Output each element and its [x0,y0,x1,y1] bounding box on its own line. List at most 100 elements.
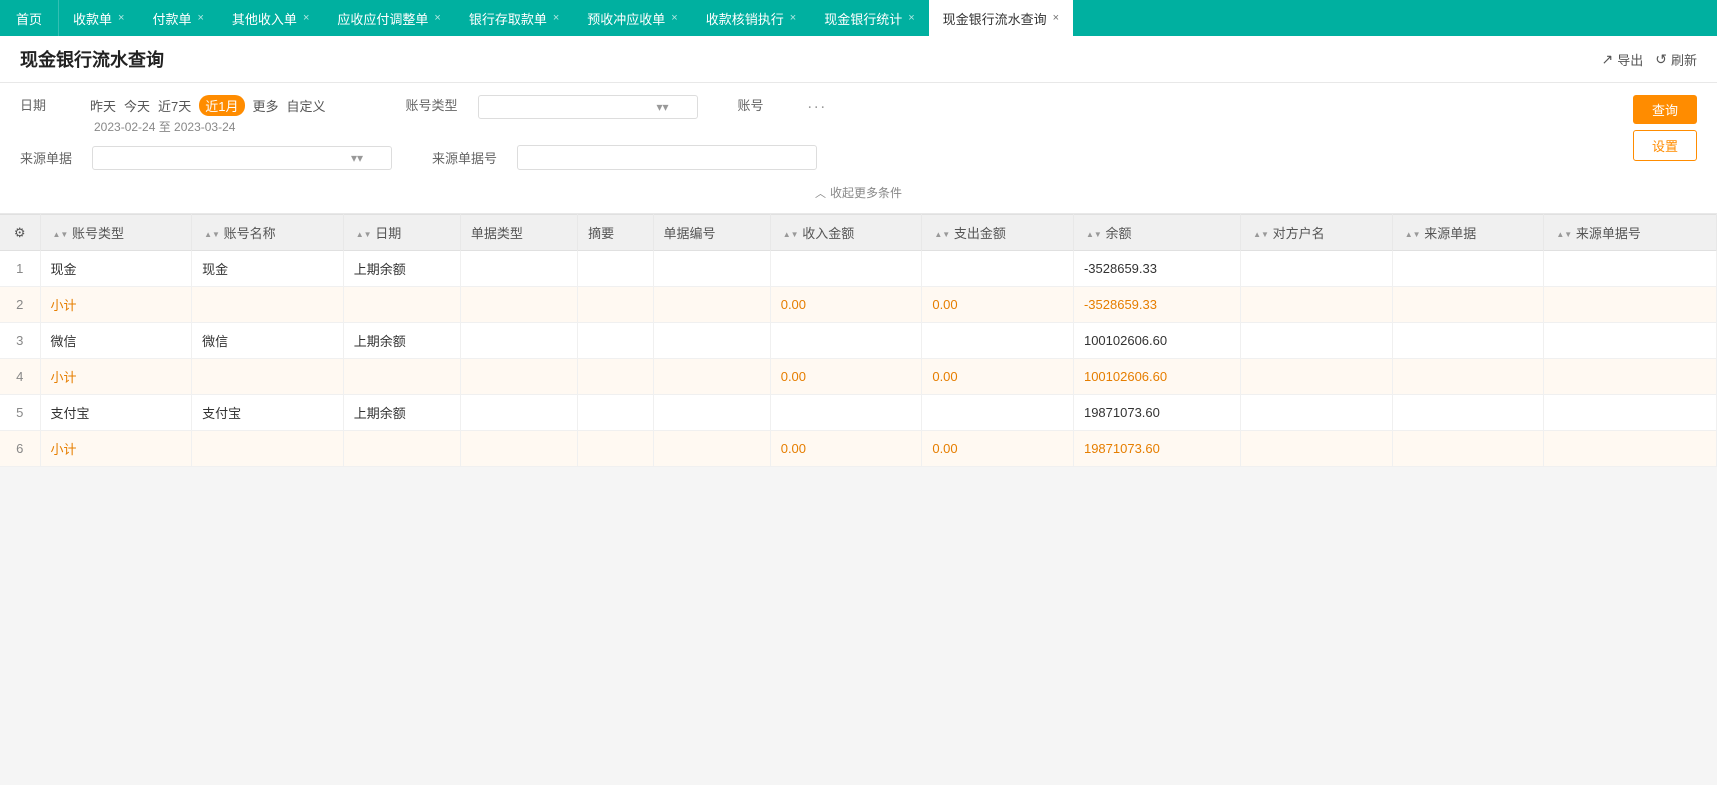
nav-tab-4[interactable]: 银行存取款单 × [455,0,573,36]
refresh-label: 刷新 [1671,50,1697,69]
col-summary-label: 摘要 [588,226,614,241]
table-row: 5支付宝支付宝上期余额19871073.60 [0,395,1717,431]
table-row: 2小计0.000.00-3528659.33 [0,287,1717,323]
nav-tab-3[interactable]: 应收应付调整单 × [323,0,454,36]
row-no: 3 [0,323,40,359]
sort-arrows-date: ▲▼ [356,230,372,239]
nav-tab-close-5[interactable]: × [671,12,677,24]
col-doc-type[interactable]: 单据类型 [460,215,577,251]
row-source-doc-no [1544,323,1717,359]
col-source-doc-no-label: 来源单据号 [1576,226,1641,241]
row-account-name: 支付宝 [192,395,344,431]
date-7days[interactable]: 近7天 [158,96,191,115]
col-balance-label: 余额 [1105,226,1131,241]
row-expense [922,251,1074,287]
row-doc-no [653,323,770,359]
row-source-doc [1392,431,1544,467]
row-date: 上期余额 [343,251,460,287]
row-account-type: 现金 [40,251,192,287]
export-icon: ↗ [1602,51,1614,68]
row-doc-type [460,251,577,287]
nav-tab-label-8: 现金银行流水查询 [943,9,1047,28]
col-counterpart[interactable]: ▲▼ 对方户名 [1241,215,1393,251]
refresh-button[interactable]: ↺ 刷新 [1655,50,1697,69]
gear-icon: ⚙ [14,225,26,240]
row-doc-no [653,395,770,431]
nav-tab-2[interactable]: 其他收入单 × [218,0,323,36]
nav-tab-close-7[interactable]: × [908,12,914,24]
sort-arrows-balance: ▲▼ [1086,230,1102,239]
col-account-name[interactable]: ▲▼ 账号名称 [192,215,344,251]
nav-tab-label-2: 其他收入单 [232,9,297,28]
row-source-doc-no [1544,287,1717,323]
nav-tab-6[interactable]: 收款核销执行 × [692,0,810,36]
source-doc-no-label: 来源单据号 [432,148,497,167]
row-source-doc [1392,251,1544,287]
nav-tab-close-3[interactable]: × [434,12,440,24]
row-account-type: 支付宝 [40,395,192,431]
row-income: 0.00 [770,287,922,323]
source-doc-no-input[interactable] [517,145,817,170]
nav-tab-5[interactable]: 预收冲应收单 × [573,0,691,36]
row-date [343,287,460,323]
row-income [770,251,922,287]
nav-tab-close-2[interactable]: × [303,12,309,24]
nav-tab-close-6[interactable]: × [790,12,796,24]
query-button[interactable]: 查询 [1633,95,1697,124]
col-expense[interactable]: ▲▼ 支出金额 [922,215,1074,251]
nav-tab-close-8[interactable]: × [1053,12,1059,24]
nav-tab-7[interactable]: 现金银行统计 × [810,0,928,36]
nav-tab-label-1: 付款单 [152,9,191,28]
row-doc-no [653,287,770,323]
nav-tab-1[interactable]: 付款单 × [138,0,217,36]
sort-arrows-account-name: ▲▼ [204,230,220,239]
table-row: 6小计0.000.0019871073.60 [0,431,1717,467]
row-balance: 100102606.60 [1073,359,1240,395]
col-date[interactable]: ▲▼ 日期 [343,215,460,251]
source-doc-chevron: ▾ [351,151,363,165]
nav-tab-close-1[interactable]: × [197,12,203,24]
row-doc-type [460,323,577,359]
col-source-doc-no[interactable]: ▲▼ 来源单据号 [1544,215,1717,251]
account-type-chevron: ▾ [656,100,668,114]
row-source-doc-no [1544,395,1717,431]
col-source-doc[interactable]: ▲▼ 来源单据 [1392,215,1544,251]
source-doc-select[interactable]: ▾ [92,146,392,170]
col-account-type-label: 账号类型 [72,226,124,241]
collapse-bar[interactable]: ︿ 收起更多条件 [20,184,1697,201]
row-income [770,323,922,359]
row-doc-no [653,431,770,467]
export-button[interactable]: ↗ 导出 [1602,50,1644,69]
nav-tab-0[interactable]: 收款单 × [59,0,138,36]
row-no: 1 [0,251,40,287]
date-today[interactable]: 今天 [124,96,150,115]
col-balance[interactable]: ▲▼ 余额 [1073,215,1240,251]
sort-arrows-source-doc-no: ▲▼ [1556,230,1572,239]
nav-home[interactable]: 首页 [0,0,59,36]
row-no: 5 [0,395,40,431]
row-counterpart [1241,359,1393,395]
nav-tab-close-4[interactable]: × [553,12,559,24]
date-1month[interactable]: 近1月 [199,95,244,116]
account-dots[interactable]: ... [808,95,827,113]
col-account-type[interactable]: ▲▼ 账号类型 [40,215,192,251]
account-type-select[interactable]: ▾ [478,95,698,119]
col-doc-no[interactable]: 单据编号 [653,215,770,251]
nav-tab-close-0[interactable]: × [118,12,124,24]
date-more[interactable]: 更多 [253,96,279,115]
row-balance: 100102606.60 [1073,323,1240,359]
date-range: 2023-02-24 至 2023-03-24 [94,118,326,135]
refresh-icon: ↺ [1655,51,1667,68]
date-yesterday[interactable]: 昨天 [90,96,116,115]
top-nav: 首页 收款单 × 付款单 × 其他收入单 × 应收应付调整单 × 银行存取款单 … [0,0,1717,36]
col-gear[interactable]: ⚙ [0,215,40,251]
row-account-name [192,431,344,467]
col-summary[interactable]: 摘要 [578,215,653,251]
date-custom[interactable]: 自定义 [287,96,326,115]
col-income[interactable]: ▲▼ 收入金额 [770,215,922,251]
table-row: 1现金现金上期余额-3528659.33 [0,251,1717,287]
nav-tab-8[interactable]: 现金银行流水查询 × [929,0,1073,36]
row-doc-type [460,287,577,323]
settings-button[interactable]: 设置 [1633,130,1697,161]
row-date [343,359,460,395]
